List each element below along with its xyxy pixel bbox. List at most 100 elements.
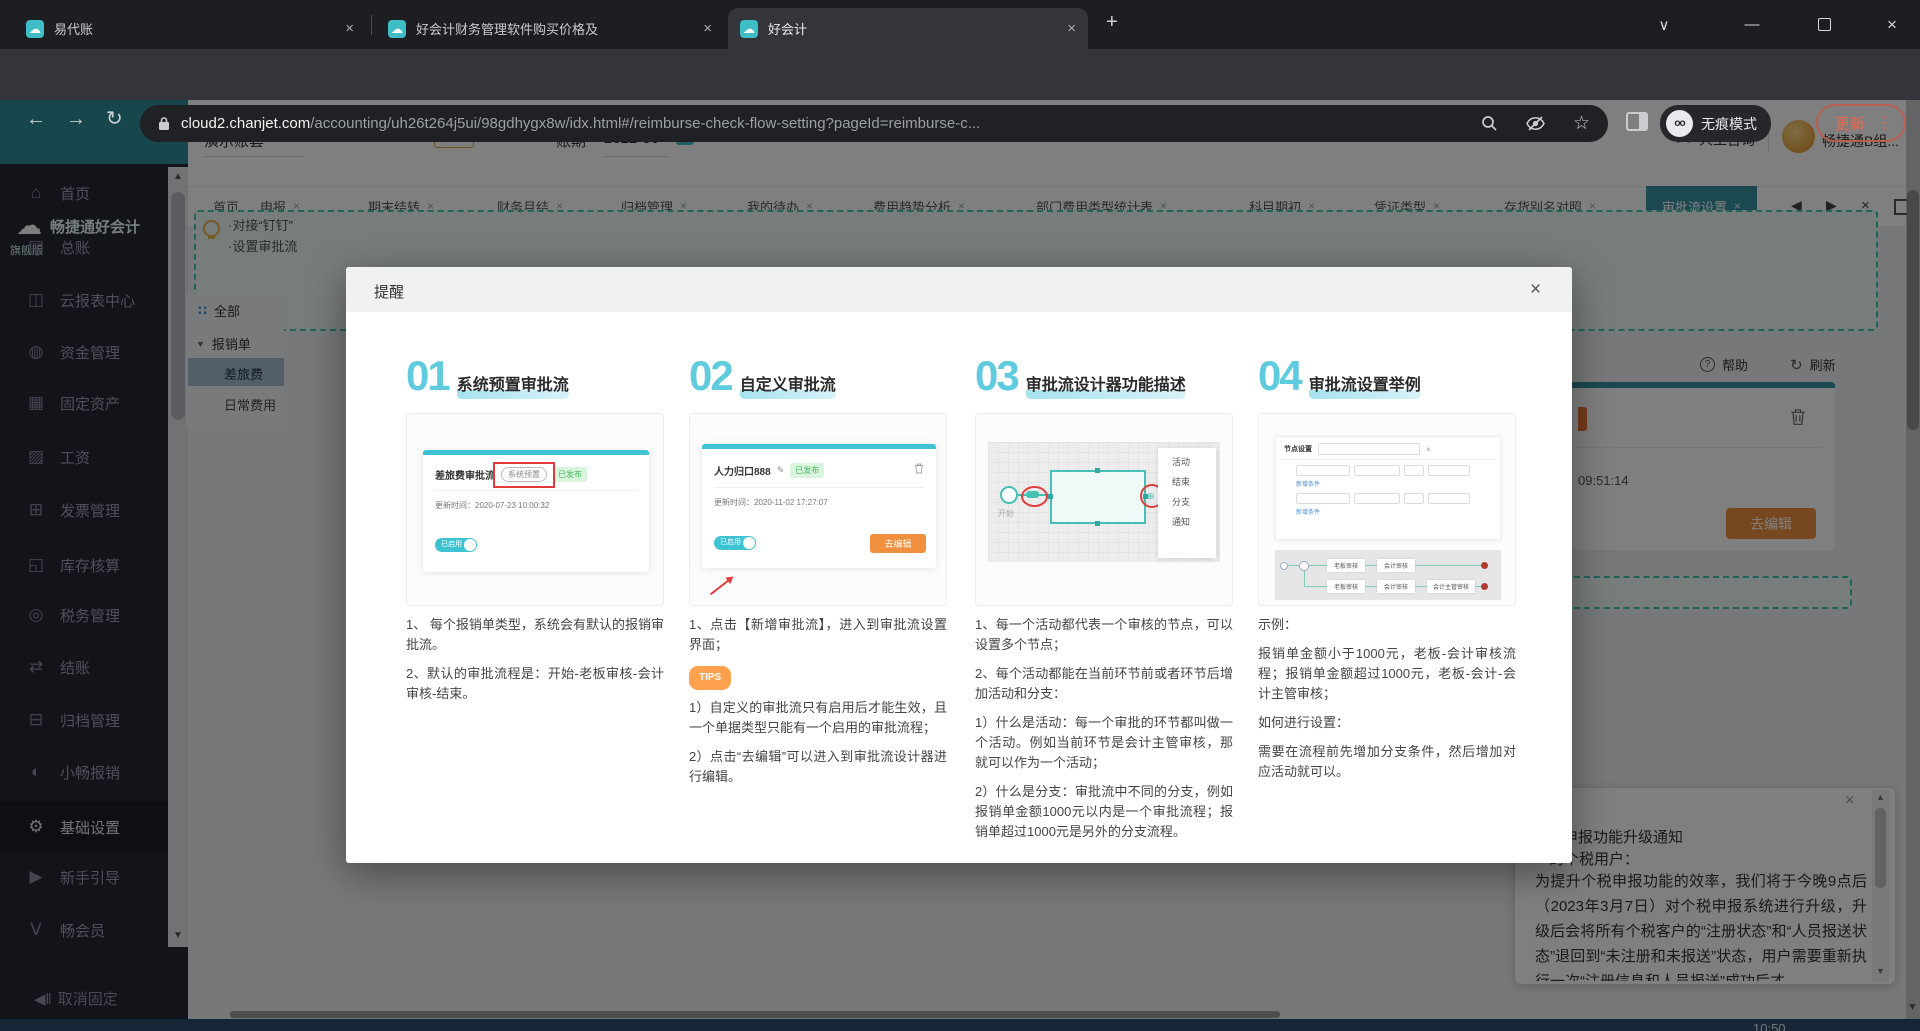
- desc-para: 需要在流程前先增加分支条件，然后增加对应活动就可以。: [1258, 742, 1516, 782]
- back-button[interactable]: ←: [26, 109, 46, 129]
- kebab-menu-icon[interactable]: ⋮: [1877, 113, 1893, 133]
- reload-button[interactable]: ↻: [106, 109, 123, 129]
- url-path: /accounting/uh26t264j5ui/98gdhygx8w/idx.…: [310, 115, 980, 132]
- menu-item: 结束: [1158, 468, 1216, 488]
- incognito-label: 无痕模式: [1701, 114, 1757, 134]
- flow-condition: [1299, 561, 1309, 571]
- enabled-toggle[interactable]: 已启用: [714, 536, 756, 550]
- modal-column-1: 01 系统预置审批流: [406, 357, 664, 399]
- red-annotation-ellipse: [1021, 486, 1048, 507]
- column-description: 1、点击【新增审批流】，进入到审批流设置界面； TIPS 1）自定义的审批流只有…: [689, 615, 947, 796]
- menu-item: 活动: [1158, 448, 1216, 468]
- browser-tab-title: 好会计财务管理软件购买价格及: [416, 19, 693, 38]
- browser-tab-pricing[interactable]: ☁ 好会计财务管理软件购买价格及 ×: [376, 8, 724, 49]
- step-number: 03: [975, 357, 1018, 395]
- flow-name: 差旅费审批流: [435, 467, 495, 482]
- window-restore-button[interactable]: [1800, 0, 1848, 49]
- modal-title: 提醒: [374, 281, 404, 302]
- desc-para: 示例：: [1258, 615, 1516, 635]
- add-condition-link: 新增条件: [1276, 476, 1500, 488]
- start-label: 开始: [998, 508, 1014, 519]
- browser-tab-title: 好会计: [768, 19, 1057, 38]
- window-chevron-icon[interactable]: ∨: [1640, 0, 1688, 49]
- favicon: ☁: [388, 20, 406, 38]
- step-number: 04: [1258, 357, 1301, 395]
- edit-pencil-icon: ✎: [777, 465, 785, 476]
- browser-tab-haokuaiji-active[interactable]: ☁ 好会计 ×: [728, 8, 1088, 49]
- desc-para: 1）什么是活动：每一个审批的环节都叫做一个活动。例如当前环节是会计主管审核，那就…: [975, 713, 1233, 773]
- incognito-chip[interactable]: oo 无痕模式: [1660, 105, 1771, 142]
- side-panel-icon[interactable]: [1626, 112, 1648, 131]
- flow-start: [1280, 562, 1288, 570]
- screen: ☁ 易代账 × ☁ 好会计财务管理软件购买价格及 × ☁ 好会计 × + ∨ —…: [0, 0, 1920, 1031]
- browser-toolbar: ← → ↻ cloud2.chanjet.com/accounting/uh26…: [0, 49, 1920, 100]
- thumbnail-example: 节点设置 × 新增条件 新增条件 老板审核 会计审核: [1258, 413, 1516, 606]
- activity-node: [1050, 470, 1146, 524]
- flow-node: 会计审核: [1377, 580, 1415, 593]
- desc-para: 1）自定义的审批流只有启用后才能生效，且一个单据类型只能有一个启用的审批流程；: [689, 698, 947, 738]
- step-number: 02: [689, 357, 732, 395]
- desc-para: 1、 每个报销单类型，系统会有默认的报销审批流。: [406, 615, 664, 655]
- step-title: 审批流设置举例: [1309, 377, 1421, 394]
- flow-end: [1481, 583, 1488, 590]
- desc-para: 2、每个活动都能在当前环节前或者环节后增加活动和分支：: [975, 664, 1233, 704]
- browser-tabstrip: ☁ 易代账 × ☁ 好会计财务管理软件购买价格及 × ☁ 好会计 × + ∨ —…: [0, 0, 1920, 49]
- modal-column-2: 02 自定义审批流: [689, 357, 947, 399]
- window-minimize-button[interactable]: —: [1728, 0, 1776, 49]
- designer-canvas: 开始 ⊕ 活动 结束 分支 通知: [988, 442, 1220, 562]
- lock-icon: [158, 116, 170, 131]
- favicon: ☁: [740, 20, 758, 38]
- tab-close-icon[interactable]: ×: [1067, 20, 1076, 37]
- forward-button[interactable]: →: [66, 109, 86, 129]
- step-title: 系统预置审批流: [457, 377, 569, 394]
- reminder-modal: 提醒 × 01 系统预置审批流 差旅费审批流 系统预置 已发布 更新时间：202…: [346, 267, 1572, 863]
- eye-off-icon[interactable]: [1526, 116, 1545, 131]
- node-handle: [1095, 468, 1100, 473]
- published-badge: 已发布: [553, 467, 587, 482]
- start-node: [1000, 486, 1018, 504]
- search-icon[interactable]: [1481, 115, 1498, 132]
- node-context-menu: 活动 结束 分支 通知: [1158, 448, 1216, 558]
- tab-close-icon[interactable]: ×: [703, 20, 712, 37]
- toggle-label: 已启用: [441, 541, 462, 548]
- menu-item: 通知: [1158, 508, 1216, 528]
- thumbnail-designer: 开始 ⊕ 活动 结束 分支 通知: [975, 413, 1233, 606]
- thumbnail-preset-flow: 差旅费审批流 系统预置 已发布 更新时间：2020-07-23 10:00:32…: [406, 413, 664, 606]
- flow-node: 老板审核: [1327, 580, 1365, 593]
- favicon: ☁: [26, 20, 44, 38]
- step-number: 01: [406, 357, 449, 395]
- incognito-icon: oo: [1666, 110, 1693, 137]
- tab-divider: [371, 15, 372, 35]
- tab-close-icon[interactable]: ×: [345, 20, 354, 37]
- browser-tab-yidaizhang[interactable]: ☁ 易代账 ×: [14, 8, 366, 49]
- column-description: 1、每一个活动都代表一个审核的节点，可以设置多个节点； 2、每个活动都能在当前环…: [975, 615, 1233, 851]
- node-settings-form: 节点设置 × 新增条件 新增条件: [1275, 436, 1501, 540]
- form-title: 节点设置: [1284, 444, 1312, 454]
- form-input: [1318, 443, 1420, 455]
- desc-para: 2、默认的审批流程是：开始-老板审核-会计审核-结束。: [406, 664, 664, 704]
- published-badge: 已发布: [790, 463, 824, 478]
- desc-para: 如何进行设置：: [1258, 713, 1516, 733]
- modal-close-icon[interactable]: ×: [1530, 279, 1541, 301]
- new-tab-button[interactable]: +: [1106, 11, 1118, 34]
- enabled-toggle[interactable]: 已启用: [435, 538, 477, 552]
- modal-column-3: 03 审批流设计器功能描述: [975, 357, 1233, 399]
- desc-para: 报销单金额小于1000元，老板-会计审核流程；报销单金额超过1000元，老板-会…: [1258, 644, 1516, 704]
- flow-node: 会计审核: [1377, 559, 1415, 572]
- desc-para: 1、每一个活动都代表一个审核的节点，可以设置多个节点；: [975, 615, 1233, 655]
- red-annotation-rect: [493, 462, 555, 488]
- update-time: 更新时间：2020-11-02 17:27:07: [702, 488, 936, 508]
- step-title: 审批流设计器功能描述: [1026, 377, 1186, 394]
- bookmark-star-icon[interactable]: ☆: [1573, 112, 1590, 135]
- step-title: 自定义审批流: [740, 377, 836, 394]
- window-close-button[interactable]: ×: [1868, 0, 1916, 49]
- address-bar[interactable]: cloud2.chanjet.com/accounting/uh26t264j5…: [140, 105, 1608, 142]
- browser-tab-title: 易代账: [54, 19, 335, 38]
- desc-para: 2）点击“去编辑”可以进入到审批流设计器进行编辑。: [689, 747, 947, 787]
- update-button[interactable]: 更新 ⋮: [1816, 104, 1906, 142]
- trash-icon[interactable]: [914, 461, 924, 479]
- form-close-icon: ×: [1426, 445, 1431, 454]
- modal-header: 提醒 ×: [346, 267, 1572, 312]
- flow-node: 会计主管审核: [1427, 580, 1475, 593]
- go-edit-mini-button[interactable]: 去编辑: [870, 534, 926, 553]
